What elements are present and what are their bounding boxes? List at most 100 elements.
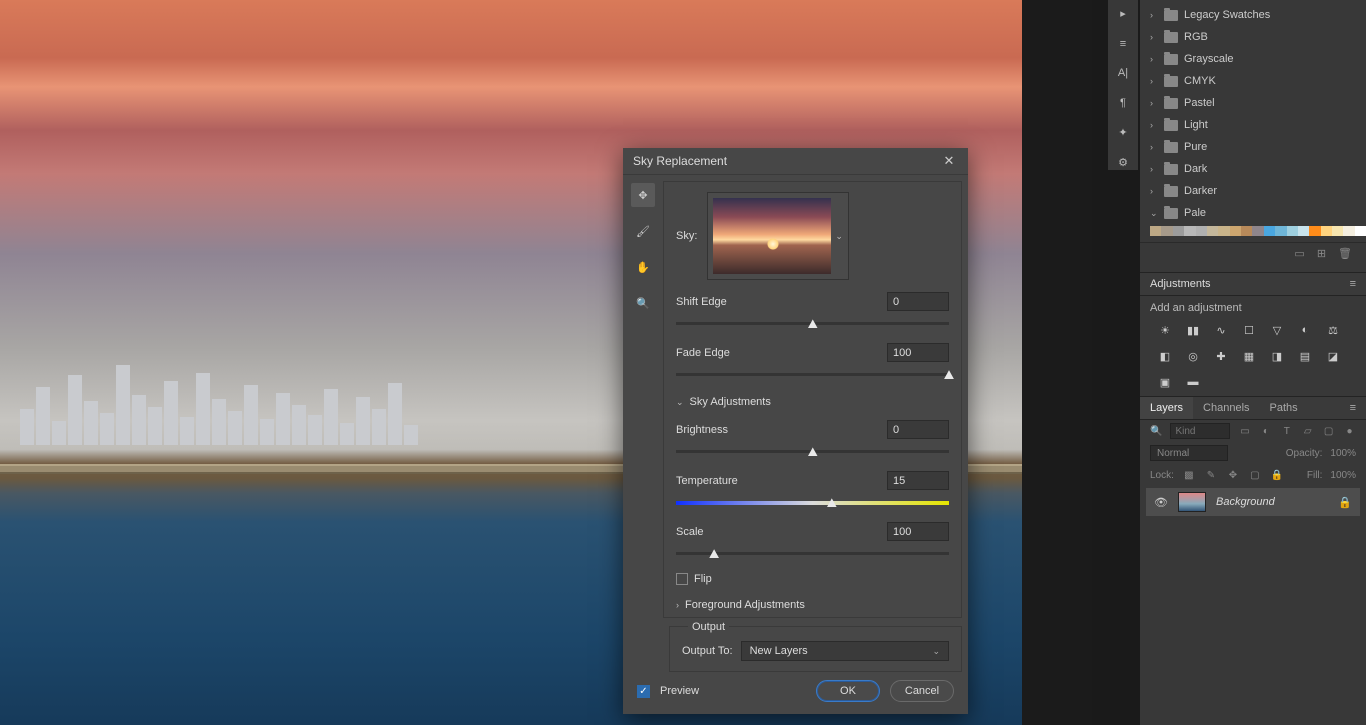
vibrance-icon[interactable]: ▽ <box>1268 322 1286 338</box>
swatch[interactable] <box>1218 226 1229 236</box>
swatch-folder-legacy-swatches[interactable]: ›Legacy Swatches <box>1140 4 1366 26</box>
filter-type-icon[interactable]: T <box>1280 424 1293 438</box>
brightness-input[interactable] <box>887 420 949 439</box>
lock-position-icon[interactable]: ✥ <box>1226 468 1240 482</box>
swatch-folder-light[interactable]: ›Light <box>1140 114 1366 136</box>
swatch-folder-rgb[interactable]: ›RGB <box>1140 26 1366 48</box>
layer-row-background[interactable]: 👁 Background 🔒 <box>1146 488 1360 516</box>
exposure-icon[interactable]: ☐ <box>1240 322 1258 338</box>
tab-layers[interactable]: Layers <box>1140 397 1193 419</box>
lock-paint-icon[interactable]: ✎ <box>1204 468 1218 482</box>
gradient-map-icon[interactable]: ▬ <box>1184 374 1202 390</box>
temperature-slider[interactable] <box>676 496 949 510</box>
photo-filter-icon[interactable]: ◎ <box>1184 348 1202 364</box>
color-balance-icon[interactable]: ⚖ <box>1324 322 1342 338</box>
swatch-folder-pale[interactable]: ⌄Pale <box>1140 202 1366 224</box>
chevron-down-icon[interactable]: ⌄ <box>835 231 843 242</box>
swatch[interactable] <box>1321 226 1332 236</box>
lock-artboard-icon[interactable]: ▢ <box>1248 468 1262 482</box>
swatch[interactable] <box>1207 226 1218 236</box>
sky-adjustments-header[interactable]: ⌄ Sky Adjustments <box>676 396 949 408</box>
selective-color-icon[interactable]: ▣ <box>1156 374 1174 390</box>
curves-icon[interactable]: ∿ <box>1212 322 1230 338</box>
search-icon[interactable]: 🔍 <box>1150 426 1162 437</box>
invert-icon[interactable]: ◨ <box>1268 348 1286 364</box>
flip-checkbox[interactable] <box>676 573 688 585</box>
swatch[interactable] <box>1287 226 1298 236</box>
zoom-tool-icon[interactable]: 🔍 <box>631 291 655 315</box>
threshold-icon[interactable]: ◪ <box>1324 348 1342 364</box>
channel-mixer-icon[interactable]: ✚ <box>1212 348 1230 364</box>
layer-name[interactable]: Background <box>1216 496 1275 508</box>
scale-slider[interactable] <box>676 547 949 561</box>
settings-icon[interactable]: ⚙ <box>1115 154 1131 170</box>
cancel-button[interactable]: Cancel <box>890 680 954 702</box>
new-folder-icon[interactable]: ▭ <box>1294 247 1304 260</box>
swatch[interactable] <box>1355 226 1366 236</box>
scale-input[interactable] <box>887 522 949 541</box>
fade-edge-slider[interactable] <box>676 368 949 382</box>
tab-paths[interactable]: Paths <box>1260 397 1308 419</box>
swatch[interactable] <box>1161 226 1172 236</box>
swatch-folder-pure[interactable]: ›Pure <box>1140 136 1366 158</box>
shift-edge-input[interactable] <box>887 292 949 311</box>
shift-edge-slider[interactable] <box>676 317 949 331</box>
swatch[interactable] <box>1298 226 1309 236</box>
swatch-folder-darker[interactable]: ›Darker <box>1140 180 1366 202</box>
trash-icon[interactable]: 🗑 <box>1338 247 1352 260</box>
swatch[interactable] <box>1275 226 1286 236</box>
swatch[interactable] <box>1264 226 1275 236</box>
ok-button[interactable]: OK <box>816 680 880 702</box>
panel-menu-icon[interactable]: ≡ <box>1350 402 1366 414</box>
hue-sat-icon[interactable]: ◐ <box>1296 322 1314 338</box>
strip-icon[interactable]: ✦ <box>1115 125 1131 141</box>
swatch-folder-grayscale[interactable]: ›Grayscale <box>1140 48 1366 70</box>
swatch[interactable] <box>1196 226 1207 236</box>
fill-value[interactable]: 100% <box>1330 470 1356 481</box>
tab-channels[interactable]: Channels <box>1193 397 1259 419</box>
filter-toggle-icon[interactable]: ● <box>1343 424 1356 438</box>
output-to-select[interactable]: New Layers ⌄ <box>741 641 949 661</box>
foreground-adjustments-header[interactable]: › Foreground Adjustments <box>676 599 949 611</box>
preview-checkbox[interactable]: ✓ <box>637 685 650 698</box>
swatch-folder-pastel[interactable]: ›Pastel <box>1140 92 1366 114</box>
brightness-contrast-icon[interactable]: ☀ <box>1156 322 1174 338</box>
hand-tool-icon[interactable]: ✋ <box>631 255 655 279</box>
swatch[interactable] <box>1343 226 1354 236</box>
levels-icon[interactable]: ▮▮ <box>1184 322 1202 338</box>
strip-icon[interactable]: ▸ <box>1115 6 1131 22</box>
opacity-value[interactable]: 100% <box>1330 448 1356 459</box>
swatch[interactable] <box>1184 226 1195 236</box>
sky-preset-picker[interactable]: ⌄ <box>707 192 849 280</box>
swatch[interactable] <box>1173 226 1184 236</box>
move-tool-icon[interactable]: ✥ <box>631 183 655 207</box>
swatch[interactable] <box>1230 226 1241 236</box>
swatch[interactable] <box>1241 226 1252 236</box>
new-swatch-icon[interactable]: ⊞ <box>1317 247 1326 260</box>
paragraph-icon[interactable]: ¶ <box>1115 95 1131 111</box>
posterize-icon[interactable]: ▤ <box>1296 348 1314 364</box>
layer-thumbnail[interactable] <box>1178 492 1206 512</box>
lock-transparent-icon[interactable]: ▩ <box>1182 468 1196 482</box>
filter-pixel-icon[interactable]: ▭ <box>1238 424 1251 438</box>
filter-smart-icon[interactable]: ▢ <box>1322 424 1335 438</box>
temperature-input[interactable] <box>887 471 949 490</box>
close-icon[interactable]: ✕ <box>940 152 958 170</box>
swatch[interactable] <box>1252 226 1263 236</box>
filter-adjust-icon[interactable]: ◐ <box>1259 424 1272 438</box>
blend-mode-select[interactable]: Normal <box>1150 445 1228 461</box>
layer-kind-input[interactable] <box>1170 423 1230 439</box>
visibility-icon[interactable]: 👁 <box>1154 496 1168 509</box>
strip-icon[interactable]: ≡ <box>1115 36 1131 52</box>
brightness-slider[interactable] <box>676 445 949 459</box>
color-lookup-icon[interactable]: ▦ <box>1240 348 1258 364</box>
lock-icon[interactable]: 🔒 <box>1338 496 1352 509</box>
brush-tool-icon[interactable]: 🖌 <box>631 219 655 243</box>
swatch[interactable] <box>1150 226 1161 236</box>
filter-shape-icon[interactable]: ▱ <box>1301 424 1314 438</box>
swatch[interactable] <box>1309 226 1320 236</box>
lock-all-icon[interactable]: 🔒 <box>1270 468 1284 482</box>
swatch[interactable] <box>1332 226 1343 236</box>
bw-icon[interactable]: ◧ <box>1156 348 1174 364</box>
swatch-folder-dark[interactable]: ›Dark <box>1140 158 1366 180</box>
